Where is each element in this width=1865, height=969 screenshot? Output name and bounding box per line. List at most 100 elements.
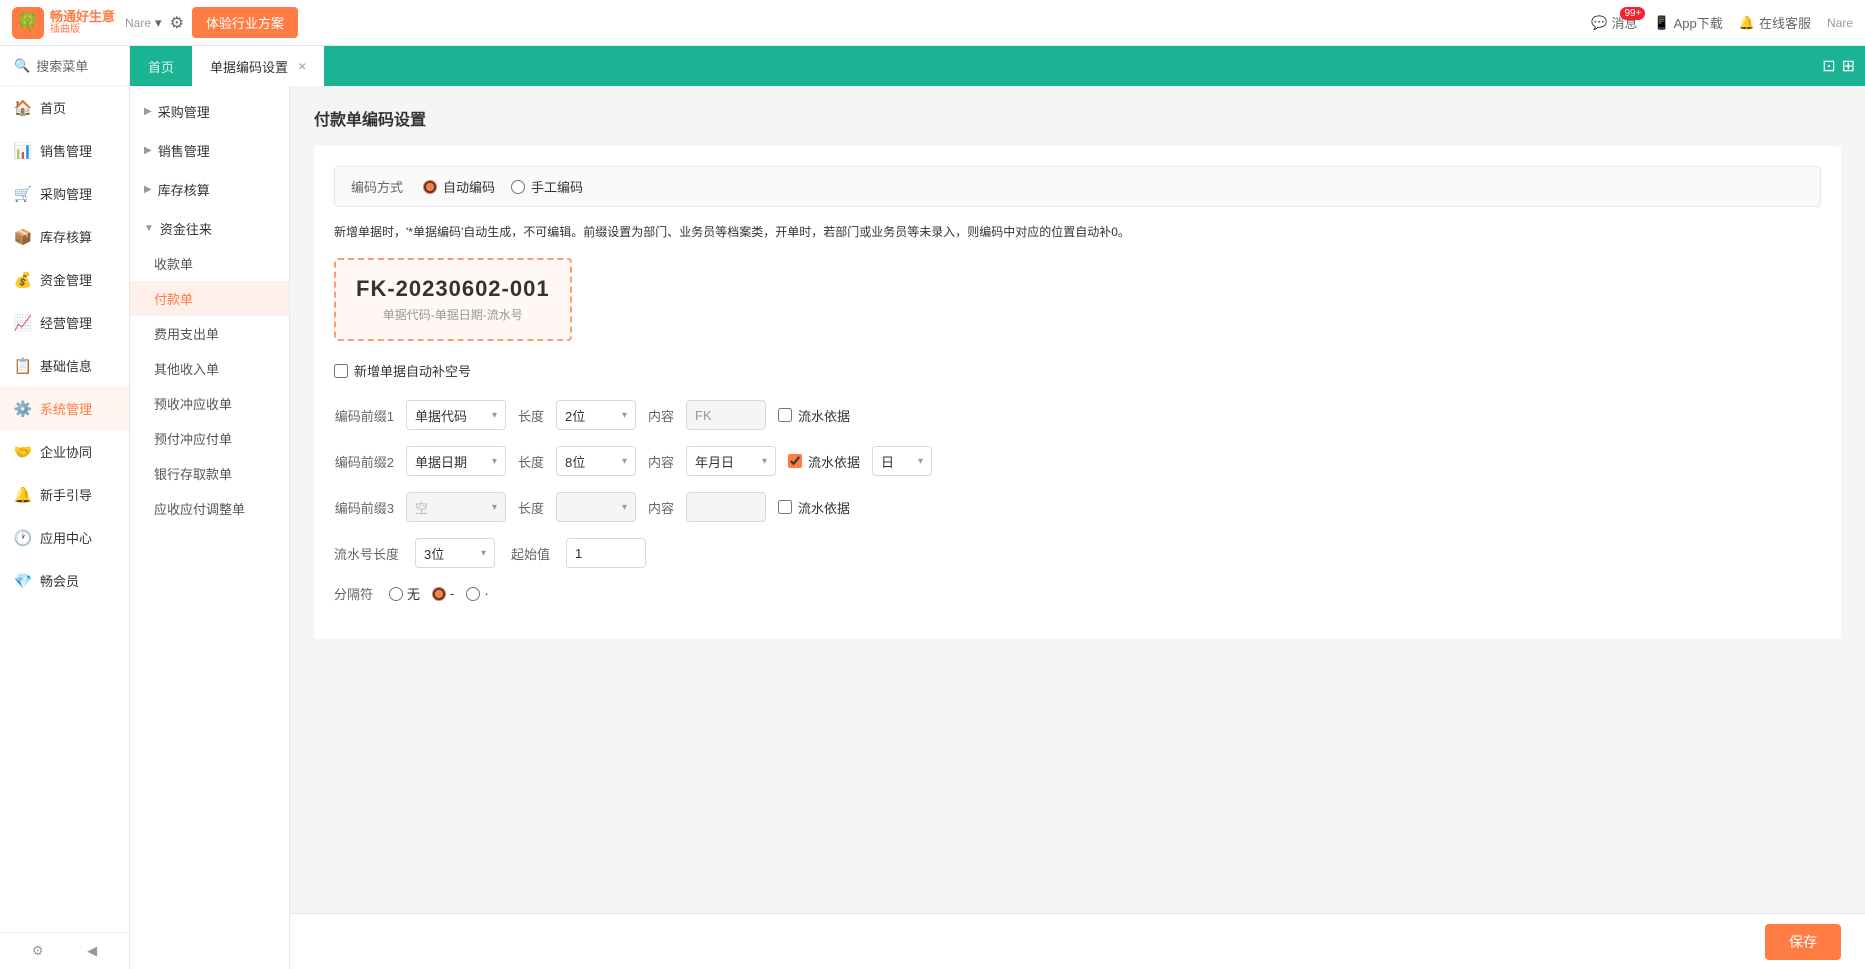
auto-code-radio[interactable] — [423, 180, 437, 194]
group-capital-title[interactable]: ▼ 资金往来 — [130, 211, 289, 246]
sidebar-item-label: 畅会员 — [40, 571, 79, 590]
sidebar-item-system[interactable]: ⚙️ 系统管理 — [0, 387, 129, 430]
company-dropdown[interactable]: Nare ▾ — [125, 15, 162, 31]
logo-icon: 🍀 — [12, 7, 44, 39]
sidebar-settings-icon[interactable]: ⚙ — [32, 943, 44, 959]
stream2-checkbox[interactable]: 流水依据 — [788, 452, 860, 471]
tab-home[interactable]: 首页 — [130, 46, 192, 86]
manual-code-radio[interactable] — [511, 180, 525, 194]
tab-fullscreen-icon[interactable]: ⊞ — [1842, 56, 1855, 76]
sidebar-item-adjust[interactable]: 应收应付调整单 — [130, 491, 289, 526]
chevron-down-icon: ▾ — [492, 456, 497, 467]
settings-icon[interactable]: ⚙ — [170, 13, 184, 33]
auto-code-option[interactable]: 自动编码 — [423, 177, 495, 196]
sidebar-item-enterprise[interactable]: 🤝 企业协同 — [0, 430, 129, 473]
content2-value: 年月日 — [695, 452, 734, 471]
stream3-label: 流水依据 — [798, 498, 850, 517]
code-preview-desc: 单据代码-单据日期-流水号 — [356, 306, 550, 323]
length2-select[interactable]: 8位 ▾ — [556, 446, 636, 476]
prefix2-value: 单据日期 — [415, 452, 467, 471]
sidebar-item-app-center[interactable]: 🕐 应用中心 — [0, 516, 129, 559]
stream1-checkbox[interactable]: 流水依据 — [778, 406, 850, 425]
sidebar-item-label: 新手引导 — [40, 485, 92, 504]
separator-none-option[interactable]: 无 — [389, 584, 420, 603]
sidebar-item-inventory[interactable]: 📦 库存核算 — [0, 215, 129, 258]
content2-select[interactable]: 年月日 ▾ — [686, 446, 776, 476]
app-label: App下载 — [1674, 13, 1723, 32]
sidebar-item-basic-info[interactable]: 📋 基础信息 — [0, 344, 129, 387]
separator-dot-option[interactable]: - — [432, 586, 454, 601]
length3-label: 长度 — [518, 498, 544, 517]
sidebar-item-membership[interactable]: 💎 畅会员 — [0, 559, 129, 602]
sidebar-item-purchase[interactable]: 🛒 采购管理 — [0, 172, 129, 215]
tab-expand-icon[interactable]: ⊡ — [1822, 56, 1835, 76]
group-capital: ▼ 资金往来 收款单 付款单 费用支出单 其他收入单 预收冲应收单 预付冲应付单… — [130, 211, 289, 526]
sidebar-item-expense[interactable]: 费用支出单 — [130, 316, 289, 351]
separator-dash-option[interactable]: · — [466, 586, 488, 601]
sidebar-item-payment[interactable]: 付款单 — [130, 281, 289, 316]
sidebar-item-other-income[interactable]: 其他收入单 — [130, 351, 289, 386]
stream2-check[interactable] — [788, 454, 802, 468]
sidebar-item-receipt[interactable]: 收款单 — [130, 246, 289, 281]
online-service-button[interactable]: 🔔 在线客服 — [1739, 13, 1811, 32]
sidebar-item-bank[interactable]: 银行存取款单 — [130, 456, 289, 491]
serial-length-select[interactable]: 3位 ▾ — [415, 538, 495, 568]
sidebar-item-prepay-receivable[interactable]: 预收冲应收单 — [130, 386, 289, 421]
prefix2-select[interactable]: 单据日期 ▾ — [406, 446, 506, 476]
arrow-icon: ▶ — [144, 145, 152, 156]
start-value-input[interactable] — [566, 538, 646, 568]
sidebar-item-label: 经营管理 — [40, 313, 92, 332]
prefix3-select[interactable]: 空 ▾ — [406, 492, 506, 522]
top-bar-left: 🍀 畅通好生意 插曲版 Nare ▾ ⚙ 体验行业方案 — [12, 7, 298, 39]
prefix1-select[interactable]: 单据代码 ▾ — [406, 400, 506, 430]
app-icon: 📱 — [1653, 15, 1669, 31]
separator-none-label: 无 — [407, 584, 420, 603]
group-sales: ▶ 销售管理 — [130, 133, 289, 168]
sidebar-collapse-icon[interactable]: ◀ — [87, 943, 97, 959]
sidebar-item-home[interactable]: 🏠 首页 — [0, 86, 129, 129]
sidebar-item-sales[interactable]: 📊 销售管理 — [0, 129, 129, 172]
logo-area: 🍀 畅通好生意 插曲版 — [12, 7, 115, 39]
experience-button[interactable]: 体验行业方案 — [192, 7, 298, 38]
group-sales-title[interactable]: ▶ 销售管理 — [130, 133, 289, 168]
separator-dash-radio[interactable] — [466, 587, 480, 601]
sidebar-item-operations[interactable]: 📈 经营管理 — [0, 301, 129, 344]
auto-fill-label: 新增单据自动补空号 — [354, 361, 471, 380]
prefix1-label: 编码前缀1 — [334, 406, 394, 425]
auto-fill-checkbox[interactable] — [334, 364, 348, 378]
auto-code-label: 自动编码 — [443, 177, 495, 196]
username: Nare — [1827, 16, 1853, 30]
stream1-check[interactable] — [778, 408, 792, 422]
chevron-down-icon: ▾ — [918, 456, 923, 467]
manual-code-option[interactable]: 手工编码 — [511, 177, 583, 196]
enterprise-icon: 🤝 — [14, 443, 32, 461]
separator-dot-radio[interactable] — [432, 587, 446, 601]
code-preview-value: FK-20230602-001 — [356, 276, 550, 302]
cycle-select[interactable]: 日 ▾ — [872, 446, 932, 476]
stream3-check[interactable] — [778, 500, 792, 514]
search-menu[interactable]: 🔍 搜索菜单 — [0, 46, 129, 86]
arrow-icon: ▶ — [144, 184, 152, 195]
stream3-checkbox: 流水依据 — [778, 498, 850, 517]
content3-input — [686, 492, 766, 522]
chevron-down-icon: ▾ — [492, 410, 497, 421]
length1-select[interactable]: 2位 ▾ — [556, 400, 636, 430]
tab-close-icon[interactable]: × — [298, 58, 306, 74]
separator-none-radio[interactable] — [389, 587, 403, 601]
group-inventory-title[interactable]: ▶ 库存核算 — [130, 172, 289, 207]
group-inventory-label: 库存核算 — [158, 180, 210, 199]
membership-icon: 💎 — [14, 572, 32, 590]
message-button[interactable]: 💬 消息 99+ — [1591, 13, 1637, 32]
tab-encoding-settings[interactable]: 单据编码设置 × — [192, 46, 324, 86]
save-button[interactable]: 保存 — [1765, 924, 1841, 960]
group-sales-label: 销售管理 — [158, 141, 210, 160]
sidebar-item-prepay-payable[interactable]: 预付冲应付单 — [130, 421, 289, 456]
group-purchase-title[interactable]: ▶ 采购管理 — [130, 94, 289, 129]
sidebar-item-finance[interactable]: 💰 资金管理 — [0, 258, 129, 301]
sidebar-item-label: 销售管理 — [40, 141, 92, 160]
app-download-button[interactable]: 📱 App下载 — [1653, 13, 1722, 32]
tab-home-label: 首页 — [148, 57, 174, 76]
separator-dash-symbol: · — [484, 586, 488, 601]
chevron-down-icon: ▾ — [155, 15, 162, 31]
sidebar-item-guide[interactable]: 🔔 新手引导 — [0, 473, 129, 516]
